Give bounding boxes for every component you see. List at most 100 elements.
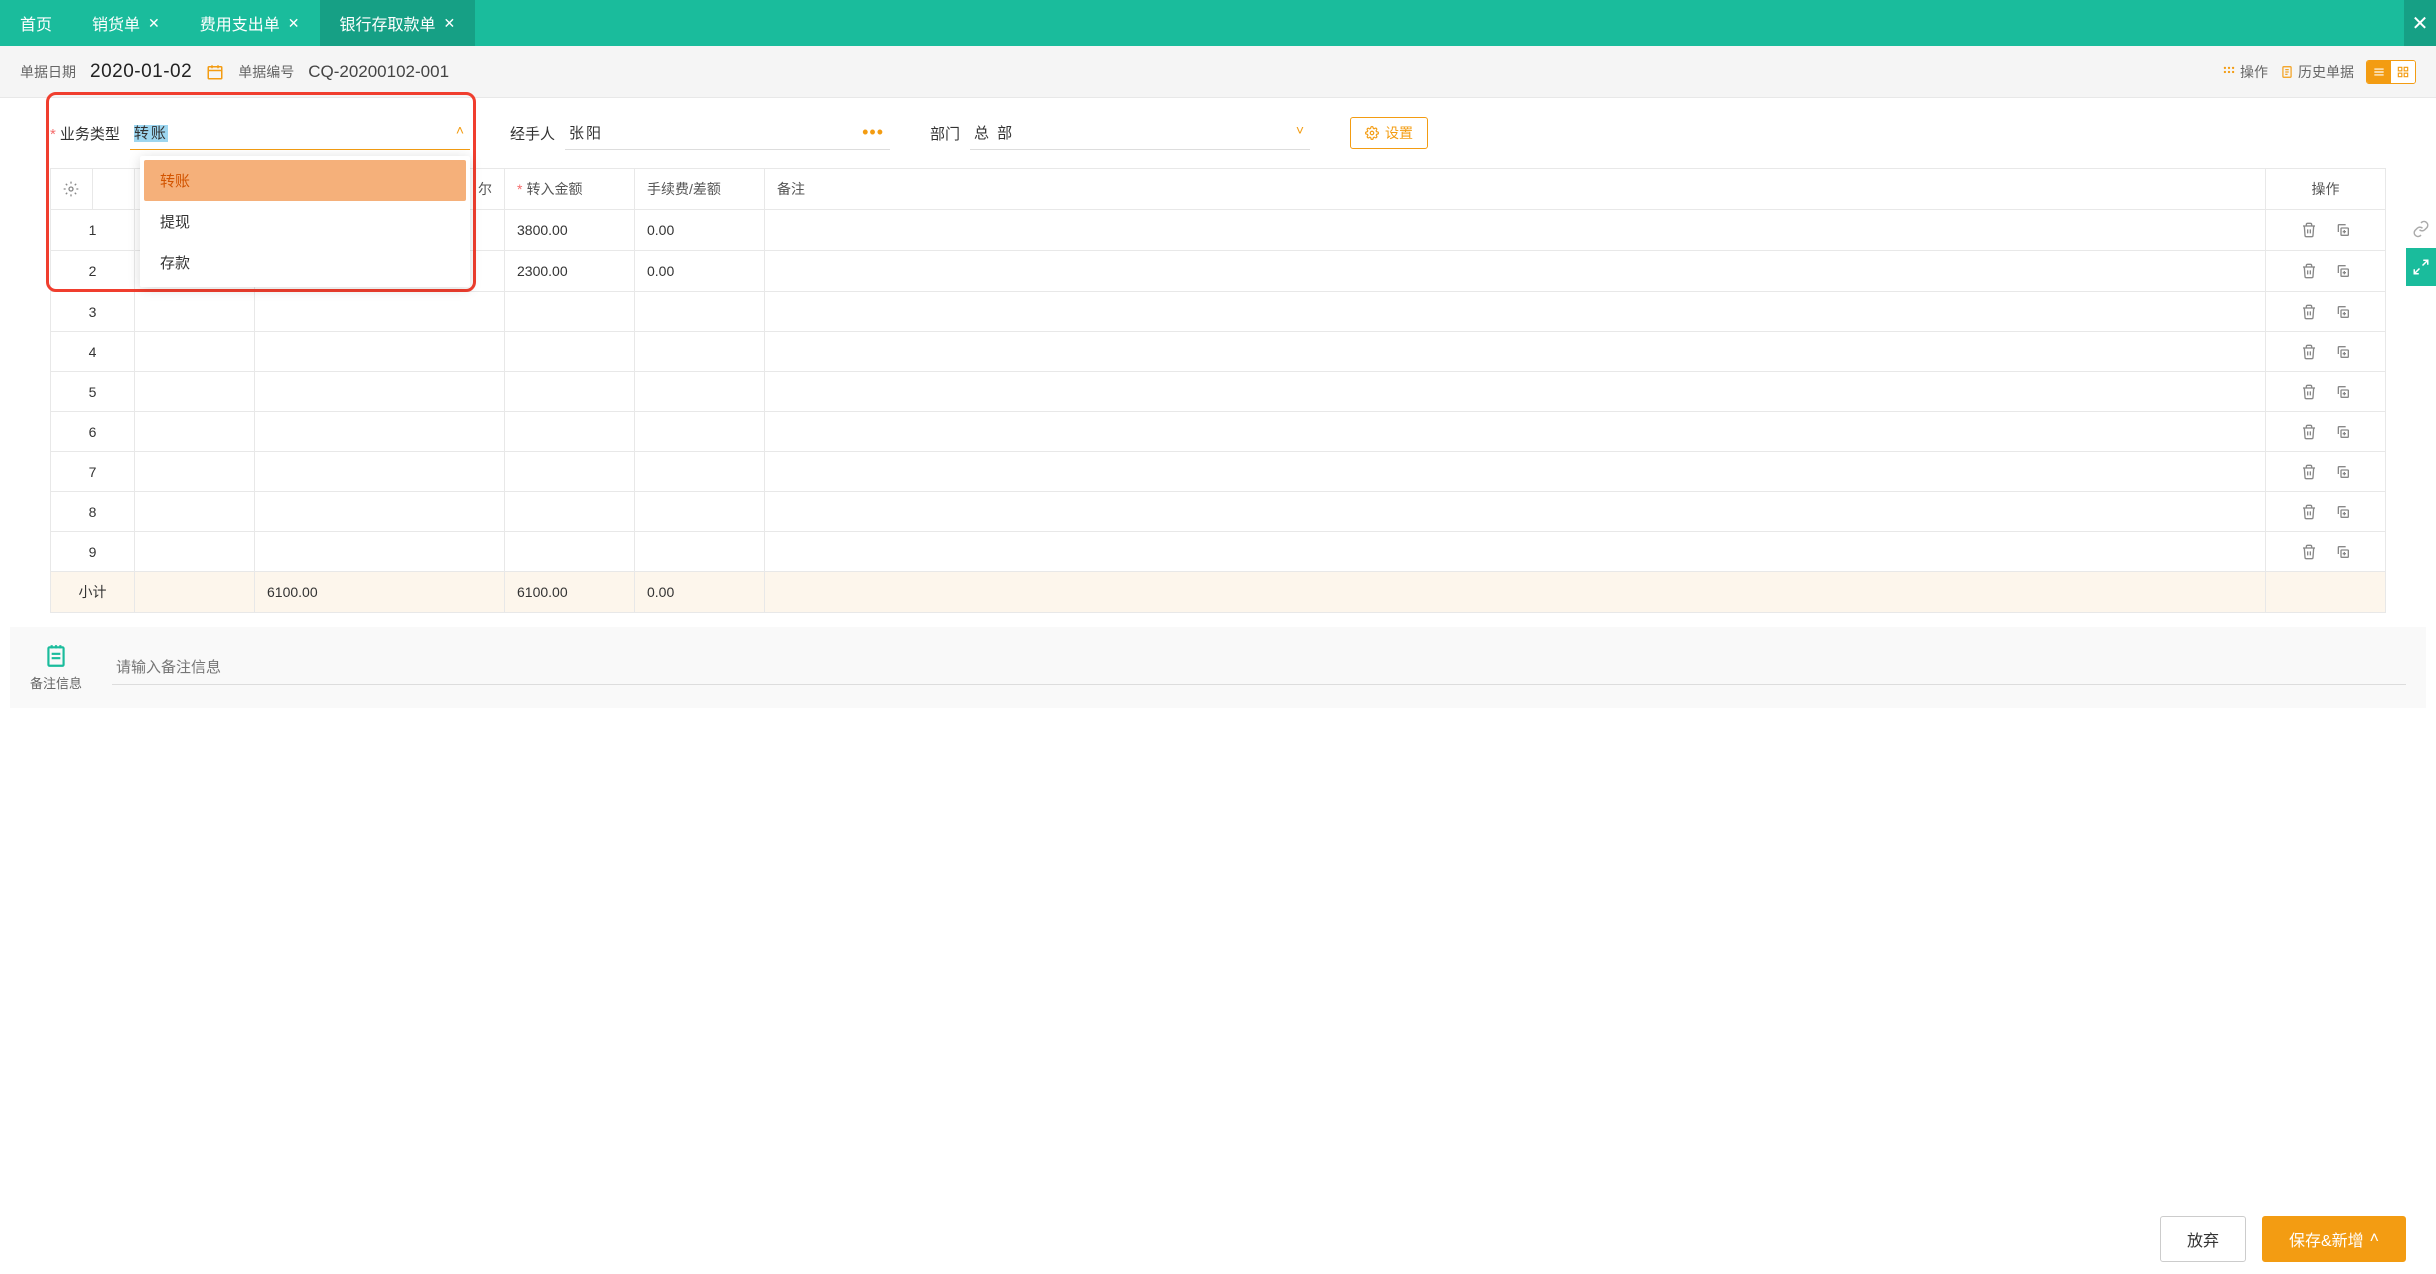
dropdown-option-transfer[interactable]: 转账 (144, 160, 466, 201)
cell-in-amt[interactable] (505, 292, 635, 332)
cell-mid[interactable] (255, 452, 505, 492)
cell-mid[interactable] (255, 492, 505, 532)
table-row[interactable]: 3 (51, 292, 2386, 332)
delete-icon[interactable] (2301, 424, 2317, 440)
tab-home[interactable]: 首页 (0, 0, 72, 46)
date-value[interactable]: 2020-01-02 (90, 61, 192, 83)
copy-add-icon[interactable] (2335, 464, 2351, 480)
operate-button[interactable]: 操作 (2222, 62, 2268, 82)
table-row[interactable]: 5 (51, 372, 2386, 412)
table-row[interactable]: 6 (51, 412, 2386, 452)
gear-header[interactable] (51, 169, 93, 210)
delete-icon[interactable] (2301, 263, 2317, 279)
copy-add-icon[interactable] (2335, 222, 2351, 238)
biz-type-select[interactable]: 转账 ˄ (130, 116, 470, 150)
cell-out[interactable] (135, 332, 255, 372)
cell-out[interactable] (135, 412, 255, 452)
cell-out[interactable] (135, 492, 255, 532)
cell-remark[interactable] (765, 452, 2266, 492)
table-row[interactable]: 7 (51, 452, 2386, 492)
cell-fee[interactable] (635, 372, 765, 412)
cell-mid[interactable] (255, 532, 505, 572)
table-row[interactable]: 8 (51, 492, 2386, 532)
dropdown-option-withdraw[interactable]: 提现 (144, 201, 466, 242)
copy-add-icon[interactable] (2335, 344, 2351, 360)
date-label: 单据日期 (20, 62, 76, 82)
cell-ops (2266, 332, 2386, 372)
remark-block: 备注信息 (10, 627, 2426, 708)
calendar-icon[interactable] (206, 63, 224, 81)
cell-in-amt[interactable]: 2300.00 (505, 251, 635, 292)
delete-icon[interactable] (2301, 384, 2317, 400)
copy-add-icon[interactable] (2335, 424, 2351, 440)
cell-mid[interactable] (255, 412, 505, 452)
cell-fee[interactable] (635, 492, 765, 532)
close-icon[interactable]: ✕ (288, 15, 300, 32)
cell-fee[interactable]: 0.00 (635, 251, 765, 292)
cell-out[interactable] (135, 452, 255, 492)
tab-bank-transfer[interactable]: 银行存取款单✕ (320, 0, 476, 46)
table-row[interactable]: 9 (51, 532, 2386, 572)
cell-fee[interactable]: 0.00 (635, 210, 765, 251)
cell-remark[interactable] (765, 532, 2266, 572)
cell-fee[interactable] (635, 532, 765, 572)
delete-icon[interactable] (2301, 344, 2317, 360)
settings-button[interactable]: 设置 (1350, 117, 1428, 149)
save-new-button[interactable]: 保存&新增 ˄ (2262, 1216, 2406, 1262)
cell-mid[interactable] (255, 332, 505, 372)
cell-in-amt[interactable] (505, 332, 635, 372)
tab-sales-order[interactable]: 销货单✕ (72, 0, 180, 46)
delete-icon[interactable] (2301, 304, 2317, 320)
handler-field: 经手人 张阳 ••• (510, 116, 890, 150)
close-icon[interactable]: ✕ (444, 15, 456, 32)
expand-icon[interactable] (2406, 248, 2436, 286)
close-icon[interactable]: ✕ (148, 15, 160, 32)
view-grid-icon[interactable] (2391, 61, 2415, 83)
copy-add-icon[interactable] (2335, 384, 2351, 400)
link-icon[interactable] (2406, 210, 2436, 248)
cell-in-amt[interactable] (505, 372, 635, 412)
table-row[interactable]: 4 (51, 332, 2386, 372)
cell-mid[interactable] (255, 372, 505, 412)
cell-remark[interactable] (765, 210, 2266, 251)
view-list-icon[interactable] (2367, 61, 2391, 83)
cell-out[interactable] (135, 292, 255, 332)
remark-input[interactable] (112, 651, 2406, 685)
cell-in-amt[interactable] (505, 412, 635, 452)
cell-fee[interactable] (635, 332, 765, 372)
tab-expense[interactable]: 费用支出单✕ (180, 0, 320, 46)
cell-fee[interactable] (635, 412, 765, 452)
cell-out[interactable] (135, 532, 255, 572)
cell-in-amt[interactable] (505, 492, 635, 532)
number-value: CQ-20200102-001 (308, 62, 449, 82)
col-fee: 手续费/差额 (635, 169, 765, 210)
cell-remark[interactable] (765, 372, 2266, 412)
handler-input[interactable]: 张阳 ••• (565, 116, 890, 150)
delete-icon[interactable] (2301, 464, 2317, 480)
cell-fee[interactable] (635, 292, 765, 332)
cell-remark[interactable] (765, 251, 2266, 292)
cell-fee[interactable] (635, 452, 765, 492)
cell-mid[interactable] (255, 292, 505, 332)
more-icon[interactable]: ••• (862, 122, 884, 143)
cell-remark[interactable] (765, 332, 2266, 372)
dept-select[interactable]: 总 部 ˅ (970, 116, 1310, 150)
cell-remark[interactable] (765, 292, 2266, 332)
copy-add-icon[interactable] (2335, 544, 2351, 560)
close-all-icon[interactable]: ✕ (2404, 0, 2436, 46)
cell-in-amt[interactable] (505, 452, 635, 492)
copy-add-icon[interactable] (2335, 504, 2351, 520)
delete-icon[interactable] (2301, 544, 2317, 560)
copy-add-icon[interactable] (2335, 304, 2351, 320)
cell-in-amt[interactable]: 3800.00 (505, 210, 635, 251)
cell-remark[interactable] (765, 492, 2266, 532)
dropdown-option-deposit[interactable]: 存款 (144, 242, 466, 283)
delete-icon[interactable] (2301, 222, 2317, 238)
delete-icon[interactable] (2301, 504, 2317, 520)
cell-in-amt[interactable] (505, 532, 635, 572)
cell-remark[interactable] (765, 412, 2266, 452)
copy-add-icon[interactable] (2335, 263, 2351, 279)
history-button[interactable]: 历史单据 (2280, 62, 2354, 82)
discard-button[interactable]: 放弃 (2160, 1216, 2246, 1262)
cell-out[interactable] (135, 372, 255, 412)
